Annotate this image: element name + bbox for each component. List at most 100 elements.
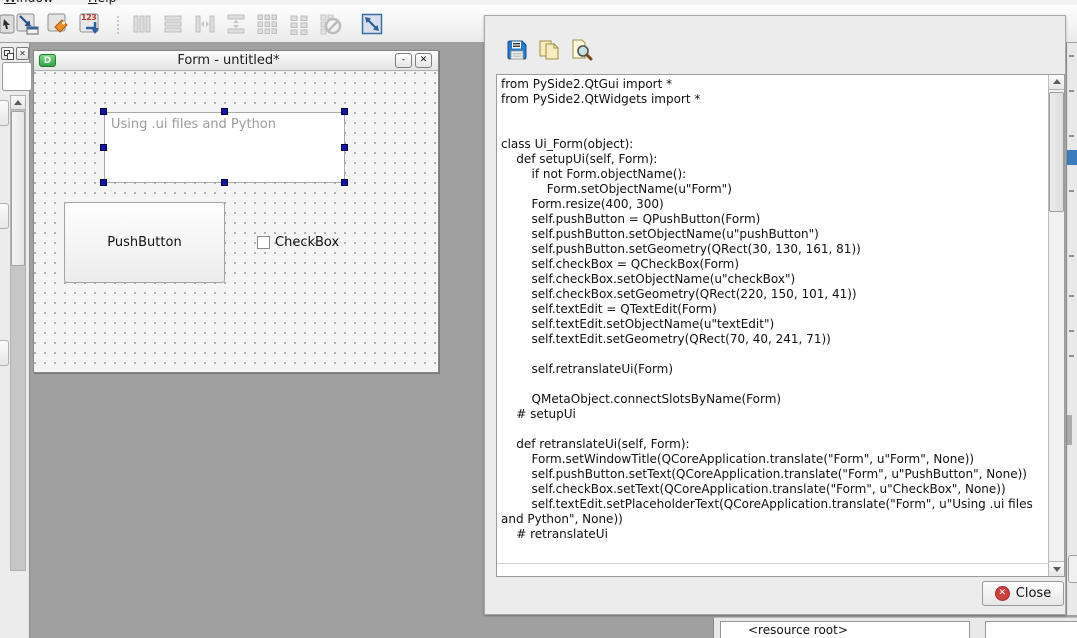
edit-tab-order-button[interactable]: 123 <box>78 12 103 37</box>
panel-row-mark <box>1069 255 1074 257</box>
form-window-title: Form - untitled* <box>64 53 393 68</box>
resource-root-item[interactable]: <resource root> <box>748 623 848 637</box>
panel-row-mark <box>1069 330 1074 332</box>
edit-signals-slots-icon <box>15 12 40 37</box>
resource-tree[interactable]: <resource root> <box>720 621 970 638</box>
close-icon: ✕ <box>19 49 26 58</box>
toolbar-separator <box>117 16 119 34</box>
code-vertical-scrollbar[interactable] <box>1048 75 1064 576</box>
scroll-up-arrow[interactable] <box>11 96 25 110</box>
scrollbar-thumb[interactable] <box>11 111 25 266</box>
scroll-corner-divider <box>497 563 1048 564</box>
lay-out-form-icon <box>287 12 312 37</box>
selection-handle[interactable] <box>341 179 348 186</box>
lay-out-grid-icon <box>255 12 280 37</box>
edit-signals-slots-button[interactable] <box>15 12 40 37</box>
triangle-down-icon <box>1053 567 1061 572</box>
form-designer-window: D Form - untitled* - ✕ Using .ui files a… <box>33 50 439 373</box>
panel-button-edge <box>1068 555 1077 583</box>
triangle-up-icon <box>1053 79 1061 84</box>
form-window-titlebar[interactable]: D Form - untitled* - ✕ <box>34 51 438 71</box>
tab-order-123-label: 123 <box>81 13 96 22</box>
property-panel-edge <box>1066 43 1077 615</box>
form-minimize-button[interactable]: - <box>395 53 412 68</box>
lay-out-vertically-icon <box>161 12 186 37</box>
selection-handle[interactable] <box>100 108 107 115</box>
close-button-label: Close <box>1016 586 1051 601</box>
menu-bar: Window Help <box>0 0 1077 5</box>
edit-buddies-icon <box>46 12 71 37</box>
menu-window[interactable]: Window <box>4 0 53 5</box>
pushbutton-widget[interactable]: PushButton <box>64 202 225 283</box>
lay-out-horizontal-splitter-icon <box>193 12 218 37</box>
restore-icon <box>4 50 10 56</box>
selected-row-highlight[interactable] <box>1067 150 1077 165</box>
edit-buddies-button[interactable] <box>46 12 71 37</box>
break-layout-icon <box>318 12 343 37</box>
textedit-widget[interactable]: Using .ui files and Python <box>104 112 345 183</box>
view-python-code-dialog: from PySide2.QtGui import * from PySide2… <box>484 15 1066 615</box>
selection-handle[interactable] <box>100 144 107 151</box>
scrollbar-thumb[interactable] <box>1067 415 1072 445</box>
edit-widgets-icon <box>0 12 15 37</box>
copy-code-button[interactable] <box>537 38 561 62</box>
find-icon <box>569 38 595 64</box>
lay-out-vertical-splitter-icon <box>224 12 249 37</box>
panel-row-mark <box>1069 55 1074 57</box>
triangle-up-icon <box>14 100 22 105</box>
widget-box-scrollbar[interactable] <box>10 95 26 571</box>
widget-box-float-button[interactable] <box>1 47 14 60</box>
widget-box-item[interactable] <box>0 203 9 229</box>
lay-out-horizontal-splitter-button[interactable] <box>193 12 218 37</box>
code-text[interactable]: from PySide2.QtGui import * from PySide2… <box>501 77 1046 542</box>
selection-handle[interactable] <box>341 144 348 151</box>
scroll-up-arrow[interactable] <box>1049 75 1064 90</box>
lay-out-vertical-splitter-button[interactable] <box>224 12 249 37</box>
widget-box-close-button[interactable]: ✕ <box>16 47 29 60</box>
dialog-close-button[interactable]: ✕ Close <box>982 581 1064 606</box>
panel-row-mark <box>1069 90 1074 92</box>
panel-row-mark <box>1069 295 1074 297</box>
minimize-icon: - <box>402 55 405 65</box>
edit-widgets-button[interactable] <box>0 12 15 37</box>
selection-handle[interactable] <box>341 108 348 115</box>
widget-box-item[interactable] <box>0 100 9 126</box>
widget-box-filter-input[interactable] <box>2 62 32 91</box>
textedit-placeholder: Using .ui files and Python <box>111 117 276 132</box>
adjust-size-button[interactable] <box>360 12 385 37</box>
form-close-button[interactable]: ✕ <box>415 53 432 68</box>
qt-designer-screen: Window Help 123 <box>0 0 1077 638</box>
panel-row-mark <box>1069 355 1074 357</box>
menu-help[interactable]: Help <box>88 0 117 5</box>
pushbutton-label: PushButton <box>107 235 181 250</box>
lay-out-form-button[interactable] <box>287 12 312 37</box>
copy-icon <box>537 38 563 62</box>
save-code-button[interactable] <box>505 38 529 62</box>
find-in-code-button[interactable] <box>569 38 593 62</box>
checkbox-widget[interactable]: CheckBox <box>254 222 355 263</box>
lay-out-vertically-button[interactable] <box>161 12 186 37</box>
adjust-size-icon <box>360 12 385 37</box>
checkbox-label: CheckBox <box>275 235 339 250</box>
break-layout-button[interactable] <box>318 12 343 37</box>
save-icon <box>505 38 529 62</box>
lay-out-horizontally-button[interactable] <box>130 12 155 37</box>
selection-handle[interactable] <box>221 108 228 115</box>
widget-box-panel: ✕ <box>0 43 30 638</box>
checkbox-indicator[interactable] <box>257 236 270 249</box>
widget-box-item[interactable] <box>0 340 9 366</box>
lay-out-horizontally-icon <box>130 12 155 37</box>
selection-handle[interactable] <box>221 179 228 186</box>
resource-list[interactable] <box>985 621 1077 638</box>
scrollbar-thumb[interactable] <box>1049 92 1064 212</box>
scroll-down-arrow[interactable] <box>1049 561 1064 576</box>
resource-browser: <resource root> <box>713 617 1077 638</box>
selection-handle[interactable] <box>100 179 107 186</box>
code-view[interactable]: from PySide2.QtGui import * from PySide2… <box>496 74 1065 577</box>
panel-row-mark <box>1069 190 1074 192</box>
close-icon: ✕ <box>420 55 428 65</box>
lay-out-grid-button[interactable] <box>255 12 280 37</box>
form-canvas[interactable]: Using .ui files and Python PushButton Ch… <box>34 72 438 372</box>
designer-form-icon: D <box>39 54 56 67</box>
close-circle-icon: ✕ <box>995 586 1010 601</box>
